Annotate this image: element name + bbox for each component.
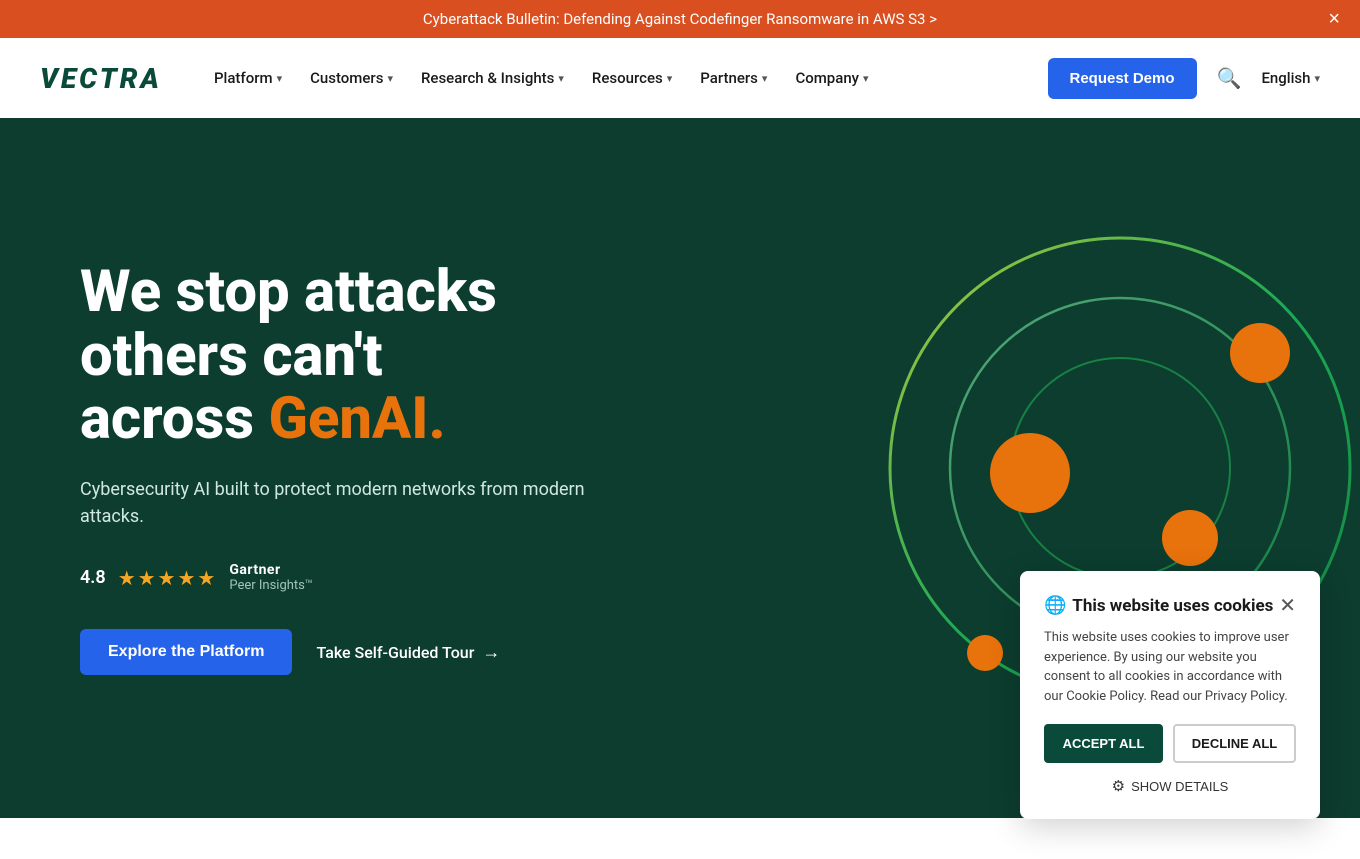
nav-item-resources[interactable]: Resources ▾	[580, 61, 684, 95]
request-demo-button[interactable]: Request Demo	[1048, 58, 1197, 99]
nav-right: Request Demo 🔍 English ▾	[1048, 58, 1321, 99]
cookie-title: This website uses cookies	[1072, 596, 1273, 616]
nav-item-research[interactable]: Research & Insights ▾	[409, 61, 576, 95]
nav-item-partners[interactable]: Partners ▾	[688, 61, 779, 95]
search-button[interactable]: 🔍	[1213, 62, 1246, 95]
genai-highlight: GenAI.	[268, 385, 445, 453]
nav-links: Platform ▾ Customers ▾ Research & Insigh…	[202, 61, 1048, 95]
cookie-close-button[interactable]: ✕	[1279, 596, 1296, 616]
hero-content: We stop attacks others can't across GenA…	[80, 261, 600, 675]
self-guided-tour-link[interactable]: Take Self-Guided Tour →	[316, 642, 500, 663]
arrow-right-icon: →	[482, 642, 500, 663]
chevron-down-icon: ▾	[277, 72, 283, 85]
hero-rating: 4.8 ★★★★★ Gartner Peer Insights™	[80, 562, 600, 593]
explore-platform-button[interactable]: Explore the Platform	[80, 629, 292, 675]
accept-all-button[interactable]: ACCEPT ALL	[1044, 724, 1163, 763]
cookie-header: 🌐 This website uses cookies ✕	[1044, 595, 1296, 616]
gartner-info: Gartner Peer Insights™	[229, 562, 313, 593]
gartner-subtitle: Peer Insights™	[229, 578, 313, 593]
nav-item-company[interactable]: Company ▾	[783, 61, 880, 95]
decline-all-button[interactable]: DECLINE ALL	[1173, 724, 1296, 763]
cookie-body-text: This website uses cookies to improve use…	[1044, 628, 1296, 706]
chevron-down-icon: ▾	[558, 72, 564, 85]
search-icon: 🔍	[1217, 68, 1242, 90]
chevron-down-icon: ▾	[863, 72, 869, 85]
hero-heading: We stop attacks others can't across GenA…	[80, 261, 600, 452]
star-rating: ★★★★★	[118, 566, 218, 590]
chevron-down-icon: ▾	[1314, 72, 1320, 85]
nav-item-platform[interactable]: Platform ▾	[202, 61, 294, 95]
banner-text[interactable]: Cyberattack Bulletin: Defending Against …	[423, 10, 937, 28]
show-details-button[interactable]: ⚙ SHOW DETAILS	[1044, 777, 1296, 795]
announcement-banner: Cyberattack Bulletin: Defending Against …	[0, 0, 1360, 38]
main-nav: VECTRA Platform ▾ Customers ▾ Research &…	[0, 38, 1360, 118]
banner-close-button[interactable]: ×	[1328, 9, 1340, 29]
hero-subtext: Cybersecurity AI built to protect modern…	[80, 476, 600, 530]
chevron-down-icon: ▾	[762, 72, 768, 85]
language-selector[interactable]: English ▾	[1261, 69, 1320, 87]
gear-icon: ⚙	[1112, 777, 1125, 795]
globe-icon: 🌐	[1044, 595, 1066, 616]
cookie-banner: 🌐 This website uses cookies ✕ This websi…	[1020, 571, 1320, 819]
chevron-down-icon: ▾	[667, 72, 673, 85]
nav-item-customers[interactable]: Customers ▾	[298, 61, 405, 95]
logo[interactable]: VECTRA	[40, 62, 162, 95]
hero-buttons: Explore the Platform Take Self-Guided To…	[80, 629, 600, 675]
rating-number: 4.8	[80, 567, 106, 588]
logo-text: VECTRA	[40, 62, 162, 95]
cookie-actions: ACCEPT ALL DECLINE ALL	[1044, 724, 1296, 763]
gartner-name: Gartner	[229, 562, 313, 578]
chevron-down-icon: ▾	[387, 72, 393, 85]
